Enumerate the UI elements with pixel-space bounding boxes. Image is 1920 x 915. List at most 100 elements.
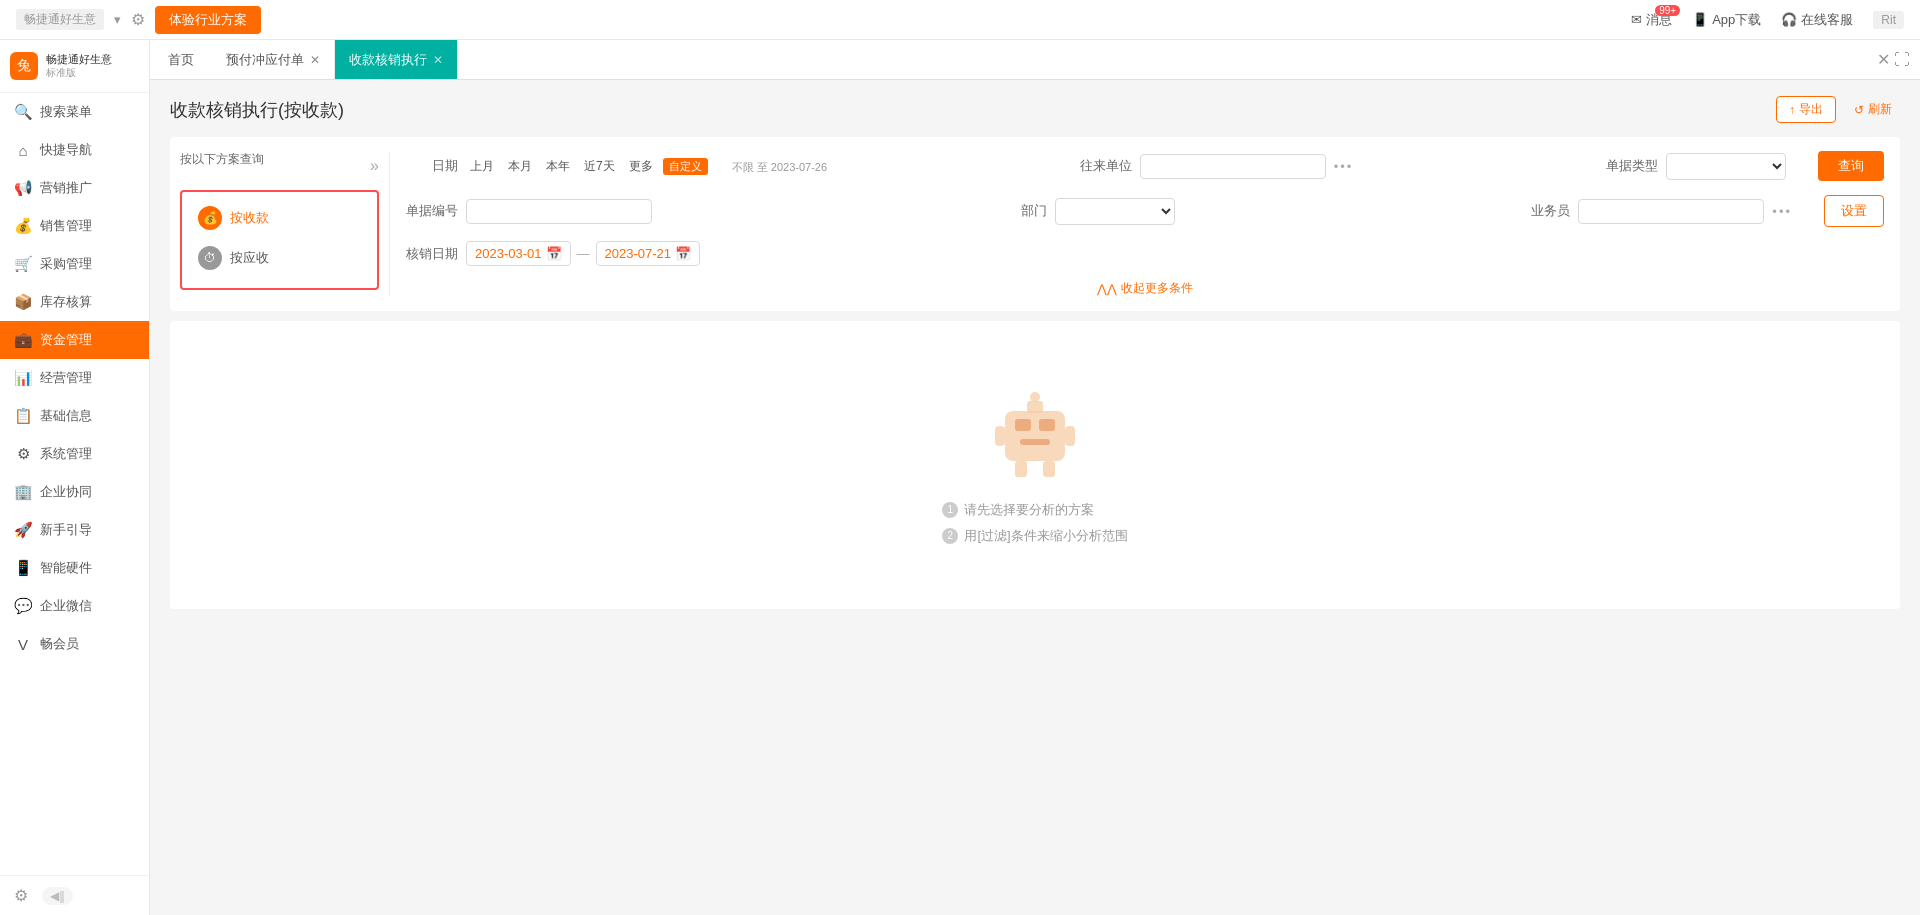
doc-type-field: 单据类型 — [1606, 153, 1786, 180]
export-btn[interactable]: ↑ 导出 — [1776, 96, 1836, 123]
verify-date-field: 核销日期 2023-03-01 📅 — 2023-07-21 📅 — [406, 241, 700, 266]
sidebar-item-sales[interactable]: 💰 销售管理 — [0, 207, 149, 245]
filter-scheme-panel: 按以下方案查询 » 💰 按收款 ⏱ 按应收 — [170, 151, 390, 297]
tab-prepay-close[interactable]: ✕ — [310, 53, 320, 67]
date-label: 日期 — [406, 157, 458, 175]
sidebar-item-quick-nav[interactable]: ⌂ 快捷导航 — [0, 131, 149, 169]
partner-more-icon[interactable]: ••• — [1334, 159, 1354, 174]
filter-row-2: 单据编号 部门 业务员 — [406, 195, 1884, 227]
filter-option-payable-label: 按应收 — [230, 249, 269, 267]
page-actions: ↑ 导出 ↺ 刷新 — [1776, 96, 1900, 123]
sidebar-item-vip[interactable]: V 畅会员 — [0, 625, 149, 663]
message-btn[interactable]: ✉ 消息 99+ — [1631, 11, 1672, 29]
sidebar-label-operations: 经营管理 — [40, 369, 92, 387]
dept-label: 部门 — [995, 202, 1047, 220]
refresh-btn[interactable]: ↺ 刷新 — [1846, 96, 1900, 123]
date-btn-custom[interactable]: 自定义 — [663, 158, 708, 175]
user-info[interactable]: Rit — [1873, 11, 1904, 29]
date-btn-7days[interactable]: 近7天 — [580, 156, 619, 177]
svg-rect-1 — [1015, 419, 1031, 431]
message-badge: 99+ — [1655, 5, 1680, 16]
receipt-option-icon: 💰 — [198, 206, 222, 230]
filter-scheme-collapse-icon[interactable]: » — [370, 157, 379, 175]
sidebar-item-wechat[interactable]: 💬 企业微信 — [0, 587, 149, 625]
svg-rect-6 — [995, 426, 1005, 446]
verify-date-label: 核销日期 — [406, 245, 458, 263]
sidebar-item-funds[interactable]: 💼 资金管理 — [0, 321, 149, 359]
industry-btn[interactable]: 体验行业方案 — [155, 6, 261, 34]
sidebar-item-guide[interactable]: 🚀 新手引导 — [0, 511, 149, 549]
svg-rect-0 — [1005, 411, 1065, 461]
sidebar-item-purchase[interactable]: 🛒 采购管理 — [0, 245, 149, 283]
tab-collect-close[interactable]: ✕ — [433, 53, 443, 67]
sidebar-label-marketing: 营销推广 — [40, 179, 92, 197]
filter-selected-box: 💰 按收款 ⏱ 按应收 — [180, 190, 379, 290]
tab-home[interactable]: 首页 — [150, 40, 212, 79]
service-label: 在线客服 — [1801, 11, 1853, 29]
svg-rect-2 — [1039, 419, 1055, 431]
tab-prepay[interactable]: 预付冲应付单 ✕ — [212, 40, 335, 79]
sidebar-label-wechat: 企业微信 — [40, 597, 92, 615]
sidebar-label-inventory: 库存核算 — [40, 293, 92, 311]
partner-input[interactable] — [1140, 154, 1326, 179]
main-layout: 兔 畅捷通好生意 标准版 🔍 搜索菜单 ⌂ 快捷导航 📢 营销推广 💰 销售管理 — [0, 40, 1920, 915]
vip-icon: V — [14, 636, 32, 653]
sidebar-item-basic-info[interactable]: 📋 基础信息 — [0, 397, 149, 435]
sidebar-collapse-btn[interactable]: ◀‖ — [42, 887, 73, 905]
tab-close-all-icon[interactable]: ✕ — [1877, 50, 1890, 69]
filter-scheme-title: 按以下方案查询 — [180, 151, 264, 168]
collapse-up-icon: ⋀⋀ — [1097, 282, 1117, 296]
sidebar-item-search[interactable]: 🔍 搜索菜单 — [0, 93, 149, 131]
query-btn[interactable]: 查询 — [1818, 151, 1884, 181]
doc-number-input[interactable] — [466, 199, 652, 224]
footer-gear-icon[interactable]: ⚙ — [14, 886, 28, 905]
sidebar-label-enterprise: 企业协同 — [40, 483, 92, 501]
tab-expand-icon[interactable]: ⛶ — [1894, 51, 1910, 69]
empty-state: 1 请先选择要分析的方案 2 用[过滤]条件来缩小分析范围 — [170, 321, 1900, 609]
sidebar-label-system: 系统管理 — [40, 445, 92, 463]
verify-date-start-input[interactable]: 2023-03-01 📅 — [466, 241, 571, 266]
verify-date-end-input[interactable]: 2023-07-21 📅 — [596, 241, 701, 266]
sidebar-item-hardware[interactable]: 📱 智能硬件 — [0, 549, 149, 587]
brand-text: 畅捷通好生意 标准版 — [46, 52, 112, 80]
sidebar-label-purchase: 采购管理 — [40, 255, 92, 273]
filter-option-by-receipt[interactable]: 💰 按收款 — [190, 200, 369, 236]
sidebar-item-inventory[interactable]: 📦 库存核算 — [0, 283, 149, 321]
svg-rect-8 — [1015, 461, 1027, 477]
sidebar-item-marketing[interactable]: 📢 营销推广 — [0, 169, 149, 207]
filter-row-3: 核销日期 2023-03-01 📅 — 2023-07-21 📅 — [406, 241, 1884, 266]
sidebar-item-system[interactable]: ⚙ 系统管理 — [0, 435, 149, 473]
date-btn-last-month[interactable]: 上月 — [466, 156, 498, 177]
verify-date-range: 2023-03-01 📅 — 2023-07-21 📅 — [466, 241, 700, 266]
staff-label: 业务员 — [1518, 202, 1570, 220]
tab-collect[interactable]: 收款核销执行 ✕ — [335, 40, 458, 79]
hardware-icon: 📱 — [14, 559, 32, 577]
sidebar-item-operations[interactable]: 📊 经营管理 — [0, 359, 149, 397]
dept-field: 部门 — [995, 198, 1175, 225]
calendar-end-icon: 📅 — [675, 246, 691, 261]
sidebar-item-enterprise[interactable]: 🏢 企业协同 — [0, 473, 149, 511]
robot-svg — [975, 381, 1095, 481]
date-btn-more[interactable]: 更多 — [625, 156, 657, 177]
filter-row-1: 日期 上月 本月 本年 近7天 更多 自定义 不限 至 2023-0 — [406, 151, 1884, 181]
verify-date-end-value: 2023-07-21 — [605, 246, 672, 261]
settings-icon[interactable]: ⚙ — [131, 10, 145, 29]
staff-input[interactable] — [1578, 199, 1764, 224]
date-btn-this-month[interactable]: 本月 — [504, 156, 536, 177]
staff-more-icon[interactable]: ••• — [1772, 204, 1792, 219]
wechat-icon: 💬 — [14, 597, 32, 615]
collapse-more-btn[interactable]: ⋀⋀ 收起更多条件 — [406, 280, 1884, 297]
dept-select[interactable] — [1055, 198, 1175, 225]
headset-icon: 🎧 — [1781, 12, 1797, 27]
app-download-btn[interactable]: 📱 App下载 — [1692, 11, 1761, 29]
doc-type-select[interactable] — [1666, 153, 1786, 180]
search-icon: 🔍 — [14, 103, 32, 121]
content-area: 首页 预付冲应付单 ✕ 收款核销执行 ✕ ✕ ⛶ 收款核销执行(按收款) — [150, 40, 1920, 915]
service-btn[interactable]: 🎧 在线客服 — [1781, 11, 1853, 29]
filter-option-by-payable[interactable]: ⏱ 按应收 — [190, 240, 369, 276]
tip-num-2: 2 — [942, 528, 958, 544]
tip-text-2: 用[过滤]条件来缩小分析范围 — [964, 523, 1127, 549]
dropdown-icon[interactable]: ▾ — [114, 12, 121, 27]
settings-btn[interactable]: 设置 — [1824, 195, 1884, 227]
date-btn-this-year[interactable]: 本年 — [542, 156, 574, 177]
